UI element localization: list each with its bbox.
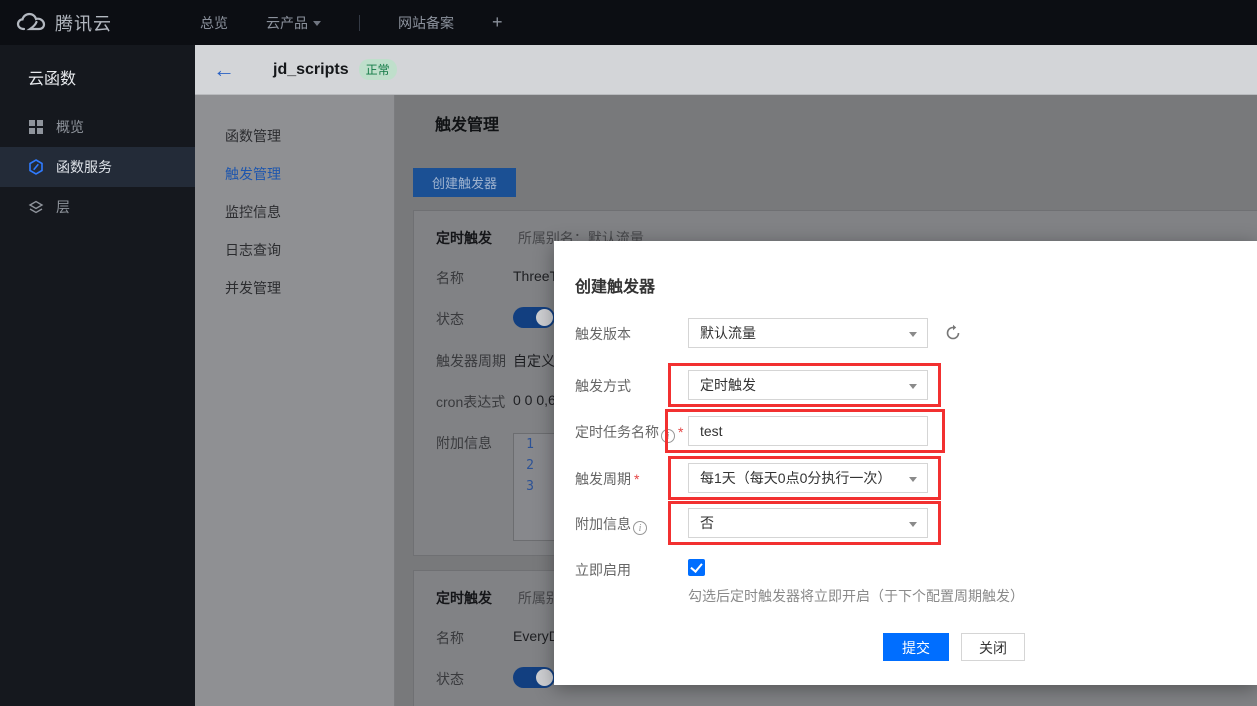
extra-info-select[interactable]: 否	[688, 508, 928, 538]
close-button[interactable]: 关闭	[961, 633, 1025, 661]
nav-divider	[359, 15, 360, 31]
sidebar-title: 云函数	[0, 45, 195, 107]
enable-now-checkbox[interactable]	[688, 559, 705, 576]
sidebar-item-label: 层	[56, 197, 70, 217]
function-submenu: 函数管理 触发管理 监控信息 日志查询 并发管理	[195, 95, 395, 706]
grid-icon	[28, 119, 44, 135]
name-label: 名称	[436, 628, 464, 648]
submenu-item-function-management[interactable]: 函数管理	[195, 117, 394, 155]
chevron-down-icon	[313, 21, 321, 26]
layers-icon	[28, 199, 44, 215]
line-number: 2	[514, 455, 540, 476]
task-name-label: 定时任务名称i*	[575, 422, 683, 443]
cron-label: cron表达式	[436, 392, 505, 412]
submenu-item-trigger-management[interactable]: 触发管理	[195, 155, 394, 193]
sidebar-item-overview[interactable]: 概览	[0, 107, 195, 147]
trigger-cycle-label: 触发周期*	[575, 469, 639, 489]
trigger-version-select[interactable]: 默认流量	[688, 318, 928, 348]
brand-name: 腾讯云	[55, 10, 112, 36]
period-label: 触发器周期	[436, 351, 506, 371]
extra-info-label: 附加信息i	[575, 514, 647, 535]
name-value: EveryD	[513, 628, 559, 644]
service-sidebar: 云函数 概览 函数服务 层	[0, 45, 195, 706]
refresh-icon[interactable]	[944, 324, 962, 342]
task-name-value: test	[700, 423, 723, 439]
info-icon[interactable]: i	[633, 521, 647, 535]
function-name: jd_scripts	[273, 61, 349, 79]
sidebar-item-layers[interactable]: 层	[0, 187, 195, 227]
function-header: ← jd_scripts 正常	[195, 45, 1257, 95]
chevron-down-icon	[909, 522, 917, 527]
top-navbar: 腾讯云 总览 云产品 网站备案 +	[0, 0, 1257, 45]
required-asterisk: *	[634, 471, 639, 487]
back-arrow-icon[interactable]: ←	[213, 59, 235, 81]
app-window: 腾讯云 总览 云产品 网站备案 + 云函数 概览 函数服务 层	[0, 0, 1257, 706]
extra-info-value: 否	[700, 515, 714, 531]
required-asterisk: *	[678, 424, 683, 440]
chevron-down-icon	[909, 384, 917, 389]
nav-add-tab-button[interactable]: +	[492, 12, 503, 33]
extra-info-label: 附加信息	[436, 433, 492, 453]
create-trigger-button[interactable]: 创建触发器	[413, 168, 516, 197]
line-number: 1	[514, 434, 540, 455]
status-toggle-on[interactable]	[513, 307, 555, 328]
submenu-item-log-query[interactable]: 日志查询	[195, 231, 394, 269]
submit-button[interactable]: 提交	[883, 633, 949, 661]
chevron-down-icon	[909, 477, 917, 482]
nav-overview[interactable]: 总览	[200, 13, 228, 33]
cloud-logo-icon	[16, 12, 46, 34]
tencent-cloud-logo[interactable]: 腾讯云	[0, 10, 178, 36]
trigger-method-select[interactable]: 定时触发	[688, 370, 928, 400]
modal-title: 创建触发器	[575, 273, 655, 297]
info-icon[interactable]: i	[661, 429, 675, 443]
line-number: 3	[514, 476, 540, 497]
enable-now-label: 立即启用	[575, 560, 631, 580]
status-label: 状态	[436, 309, 464, 329]
trigger-type: 定时触发	[436, 590, 492, 606]
nav-icp[interactable]: 网站备案	[398, 13, 454, 33]
chevron-down-icon	[909, 332, 917, 337]
status-badge: 正常	[359, 59, 397, 80]
submenu-item-concurrency[interactable]: 并发管理	[195, 269, 394, 307]
trigger-cycle-select[interactable]: 每1天（每天0点0分执行一次）	[688, 463, 928, 493]
trigger-method-value: 定时触发	[700, 377, 756, 393]
trigger-version-label: 触发版本	[575, 324, 631, 344]
sidebar-item-function-service[interactable]: 函数服务	[0, 147, 195, 187]
trigger-method-label: 触发方式	[575, 376, 631, 396]
trigger-type: 定时触发	[436, 230, 492, 246]
cron-value: 0 0 0,6,	[513, 392, 560, 408]
submenu-item-monitoring[interactable]: 监控信息	[195, 193, 394, 231]
enable-now-hint: 勾选后定时触发器将立即开启（于下个配置周期触发）	[688, 586, 1024, 606]
sidebar-item-label: 概览	[56, 117, 84, 137]
trigger-version-value: 默认流量	[700, 325, 756, 341]
task-name-input[interactable]: test	[688, 416, 928, 446]
status-label: 状态	[436, 669, 464, 689]
function-icon	[28, 159, 44, 175]
sidebar-item-label: 函数服务	[56, 157, 112, 177]
trigger-cycle-value: 每1天（每天0点0分执行一次）	[700, 470, 891, 486]
page-title: 触发管理	[435, 111, 499, 135]
status-toggle-on[interactable]	[513, 667, 555, 688]
name-label: 名称	[436, 268, 464, 288]
create-trigger-modal: 创建触发器 触发版本 默认流量 触发方式 定时触发 定时任务名称i* test …	[554, 241, 1257, 685]
nav-products[interactable]: 云产品	[266, 13, 321, 33]
